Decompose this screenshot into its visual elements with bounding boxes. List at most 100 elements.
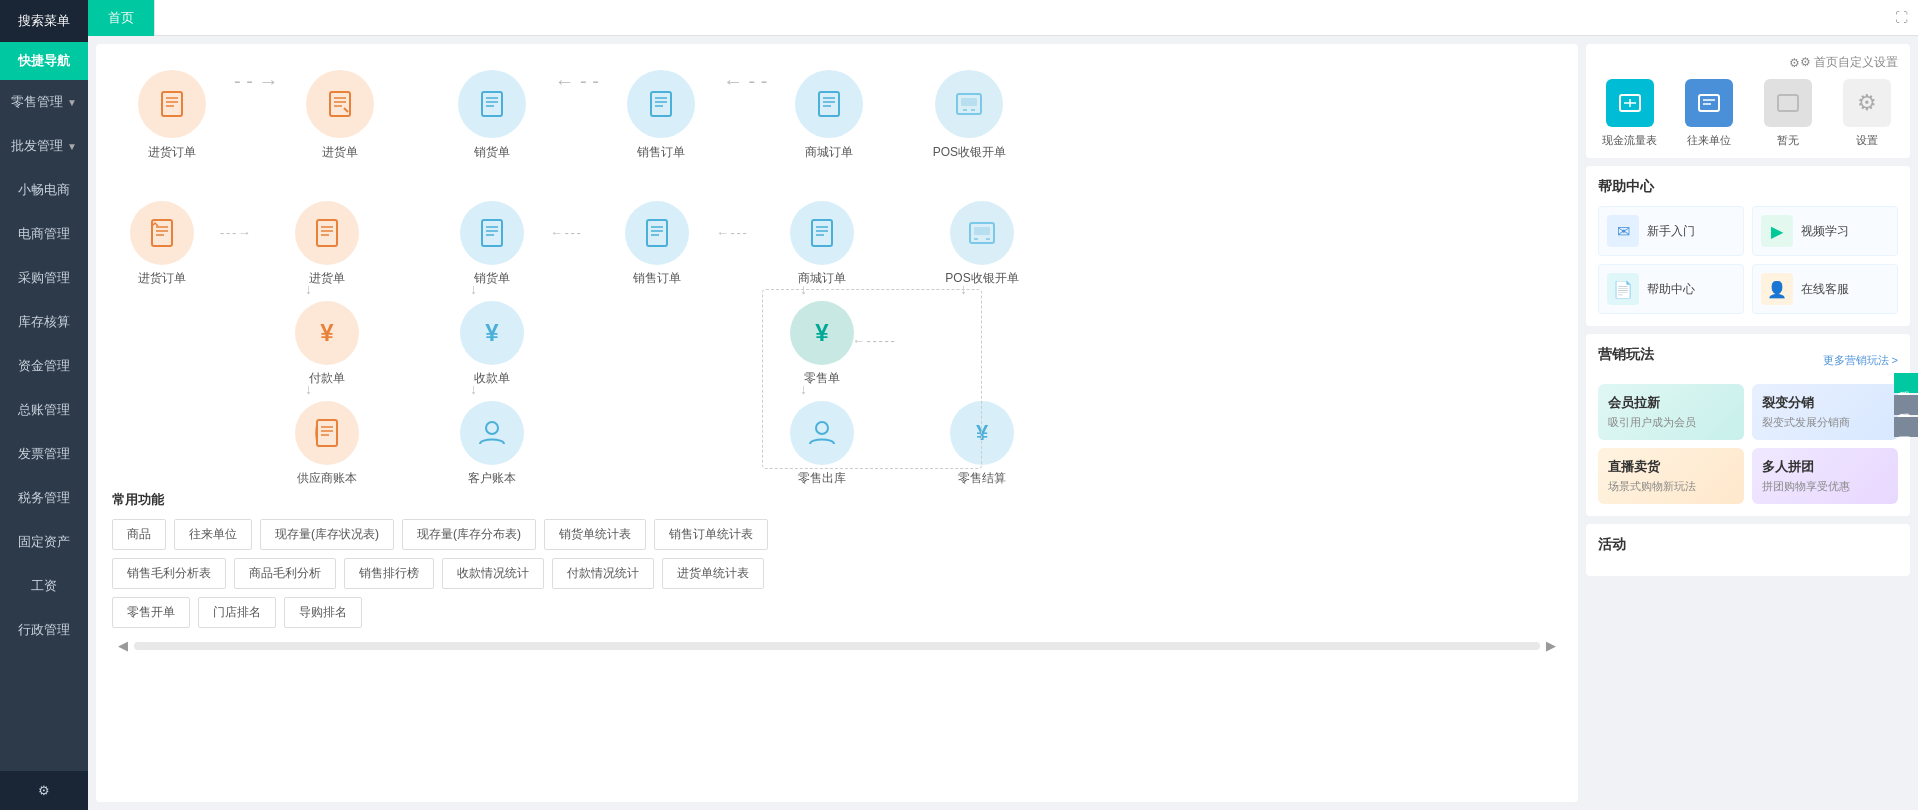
help-section: 帮助中心 ✉ 新手入门 ▶ 视频学习 📄 帮助中心 👤 — [1586, 166, 1910, 326]
pos-icon — [935, 70, 1003, 138]
purchase-icon — [306, 70, 374, 138]
sidebar-item-salary[interactable]: 工资 — [0, 564, 88, 608]
fn-receipt[interactable]: ¥ 收款单 — [442, 301, 542, 387]
marketing-title: 营销玩法 — [1598, 346, 1654, 364]
svg-rect-13 — [647, 220, 667, 246]
svg-rect-7 — [819, 92, 839, 116]
expand-icon[interactable]: ⛶ — [1885, 10, 1918, 25]
func-btn-sales-profit[interactable]: 销售毛利分析表 — [112, 558, 226, 589]
help-item-beginner[interactable]: ✉ 新手入门 — [1598, 206, 1744, 256]
flow-node-purchase[interactable]: 进货单 — [280, 70, 400, 161]
func-btn-stock-dist[interactable]: 现存量(库存分布表) — [402, 519, 536, 550]
tab-home[interactable]: 首页 — [88, 0, 155, 36]
down-arrow-sales: ↓ — [470, 281, 477, 297]
func-btn-units[interactable]: 往来单位 — [174, 519, 252, 550]
func-btn-payment-stat[interactable]: 付款情况统计 — [552, 558, 654, 589]
sales-order-label: 销售订单 — [637, 144, 685, 161]
sidebar-item-procurement[interactable]: 采购管理 — [0, 256, 88, 300]
func-btn-sales-rank[interactable]: 销售排行榜 — [344, 558, 434, 589]
sidebar-item-tax[interactable]: 税务管理 — [0, 476, 88, 520]
marketing-item-fission[interactable]: 裂变分销 裂变式发展分销商 — [1752, 384, 1898, 440]
sidebar-item-wholesale[interactable]: 批发管理 ▼ — [0, 124, 88, 168]
fn-payment[interactable]: ¥ 付款单 — [277, 301, 377, 387]
sidebar-item-invoice[interactable]: 发票管理 — [0, 432, 88, 476]
live-desc: 场景式购物新玩法 — [1608, 479, 1734, 494]
member-desc: 吸引用户成为会员 — [1608, 415, 1734, 430]
flow-node-mall-order[interactable]: 商城订单 — [769, 70, 889, 161]
sidebar-search[interactable]: 搜索菜单 — [0, 0, 88, 42]
video-label: 视频学习 — [1801, 223, 1849, 240]
sidebar-item-ledger[interactable]: 总账管理 — [0, 388, 88, 432]
fn-purchase[interactable]: 进货单 — [277, 201, 377, 287]
more-marketing-link[interactable]: 更多营销玩法 > — [1823, 353, 1898, 368]
sidebar-item-admin[interactable]: 行政管理 — [0, 608, 88, 652]
float-btn-desktop[interactable]: 桌面快捷 — [1894, 417, 1918, 437]
func-btn-goods[interactable]: 商品 — [112, 519, 166, 550]
right-panel: ⚙ ⚙ 首页自定义设置 现金流量表 往来单位 — [1578, 36, 1918, 810]
flow-node-pos[interactable]: POS收银开单 — [909, 70, 1029, 161]
quick-nav-settings-label: ⚙ 首页自定义设置 — [1800, 54, 1898, 71]
scroll-right-btn[interactable]: ▶ — [1540, 636, 1562, 655]
flow-node-sales[interactable]: 销货单 — [432, 70, 552, 161]
tab-bar: 首页 ⛶ — [88, 0, 1918, 36]
func-btn-purchase-stat[interactable]: 进货单统计表 — [662, 558, 764, 589]
content-body: 进货订单 - - → 进货单 — [88, 36, 1918, 810]
gap-1 — [384, 225, 398, 240]
cashflow-icon — [1606, 79, 1654, 127]
help-item-video[interactable]: ▶ 视频学习 — [1752, 206, 1898, 256]
fission-desc: 裂变式发展分销商 — [1762, 415, 1888, 430]
help-item-help[interactable]: 📄 帮助中心 — [1598, 264, 1744, 314]
empty-label: 暂无 — [1777, 133, 1799, 148]
sidebar-item-inventory[interactable]: 库存核算 — [0, 300, 88, 344]
func-btn-store-rank[interactable]: 门店排名 — [198, 597, 276, 628]
float-btn-community[interactable]: 服务社区 — [1894, 395, 1918, 415]
svg-rect-19 — [317, 420, 337, 446]
func-btn-sales-stat[interactable]: 销货单统计表 — [544, 519, 646, 550]
pos-area-border — [762, 289, 982, 469]
fn-customer-ledger[interactable]: 客户账本 — [442, 401, 542, 487]
marketing-item-member[interactable]: 会员拉新 吸引用户成为会员 — [1598, 384, 1744, 440]
float-btn-service[interactable]: 客服热线 — [1894, 373, 1918, 393]
marketing-item-group[interactable]: 多人拼团 拼团购物享受优惠 — [1752, 448, 1898, 504]
quick-icon-empty[interactable]: 暂无 — [1756, 79, 1819, 148]
flow-node-sales-order[interactable]: 销售订单 — [601, 70, 721, 161]
help-item-service[interactable]: 👤 在线客服 — [1752, 264, 1898, 314]
mall-order-icon — [795, 70, 863, 138]
func-btn-sales-order-stat[interactable]: 销售订单统计表 — [654, 519, 768, 550]
func-btn-stock-status[interactable]: 现存量(库存状况表) — [260, 519, 394, 550]
group-desc: 拼团购物享受优惠 — [1762, 479, 1888, 494]
fn-purchase-order[interactable]: 进货订单 — [112, 201, 212, 287]
scroll-left-btn[interactable]: ◀ — [112, 636, 134, 655]
settings-icon: ⚙ — [1843, 79, 1891, 127]
sidebar-item-finance[interactable]: 资金管理 — [0, 344, 88, 388]
func-btn-guide-rank[interactable]: 导购排名 — [284, 597, 362, 628]
sidebar-item-assets[interactable]: 固定资产 — [0, 520, 88, 564]
marketing-item-live[interactable]: 直播卖货 场景式购物新玩法 — [1598, 448, 1744, 504]
flow-node-purchase-order[interactable]: 进货订单 — [112, 70, 232, 161]
fn-pos[interactable]: POS收银开单 — [932, 201, 1032, 287]
purchase-order-label: 进货订单 — [148, 144, 196, 161]
fn-supplier-ledger[interactable]: 供应商账本 — [277, 401, 377, 487]
func-btn-receipt-stat[interactable]: 收款情况统计 — [442, 558, 544, 589]
mall-order-label: 商城订单 — [805, 144, 853, 161]
fn-mall-order[interactable]: 商城订单 — [772, 201, 872, 287]
quick-icon-settings[interactable]: ⚙ 设置 — [1835, 79, 1898, 148]
sales-order-icon — [627, 70, 695, 138]
sidebar-settings-button[interactable]: ⚙ — [0, 771, 88, 810]
func-row-1: 商品 往来单位 现存量(库存状况表) 现存量(库存分布表) 销货单统计表 销售订… — [112, 519, 1562, 550]
fn-sales[interactable]: 销货单 — [442, 201, 542, 287]
func-btn-retail-order[interactable]: 零售开单 — [112, 597, 190, 628]
svg-rect-11 — [317, 220, 337, 246]
fn-sales-order[interactable]: 销售订单 — [607, 201, 707, 287]
func-btn-goods-profit[interactable]: 商品毛利分析 — [234, 558, 336, 589]
sidebar-item-retail[interactable]: 零售管理 ▼ — [0, 80, 88, 124]
svg-rect-0 — [162, 92, 182, 116]
partners-icon — [1685, 79, 1733, 127]
quick-icon-cashflow[interactable]: 现金流量表 — [1598, 79, 1661, 148]
sidebar-item-ecommerce-small[interactable]: 小畅电商 — [0, 168, 88, 212]
sidebar-item-ecommerce[interactable]: 电商管理 — [0, 212, 88, 256]
scroll-track[interactable] — [134, 642, 1540, 650]
arrow-right-1: - - - → — [220, 225, 250, 240]
quick-nav-settings[interactable]: ⚙ ⚙ 首页自定义设置 — [1598, 54, 1898, 71]
quick-icon-partners[interactable]: 往来单位 — [1677, 79, 1740, 148]
